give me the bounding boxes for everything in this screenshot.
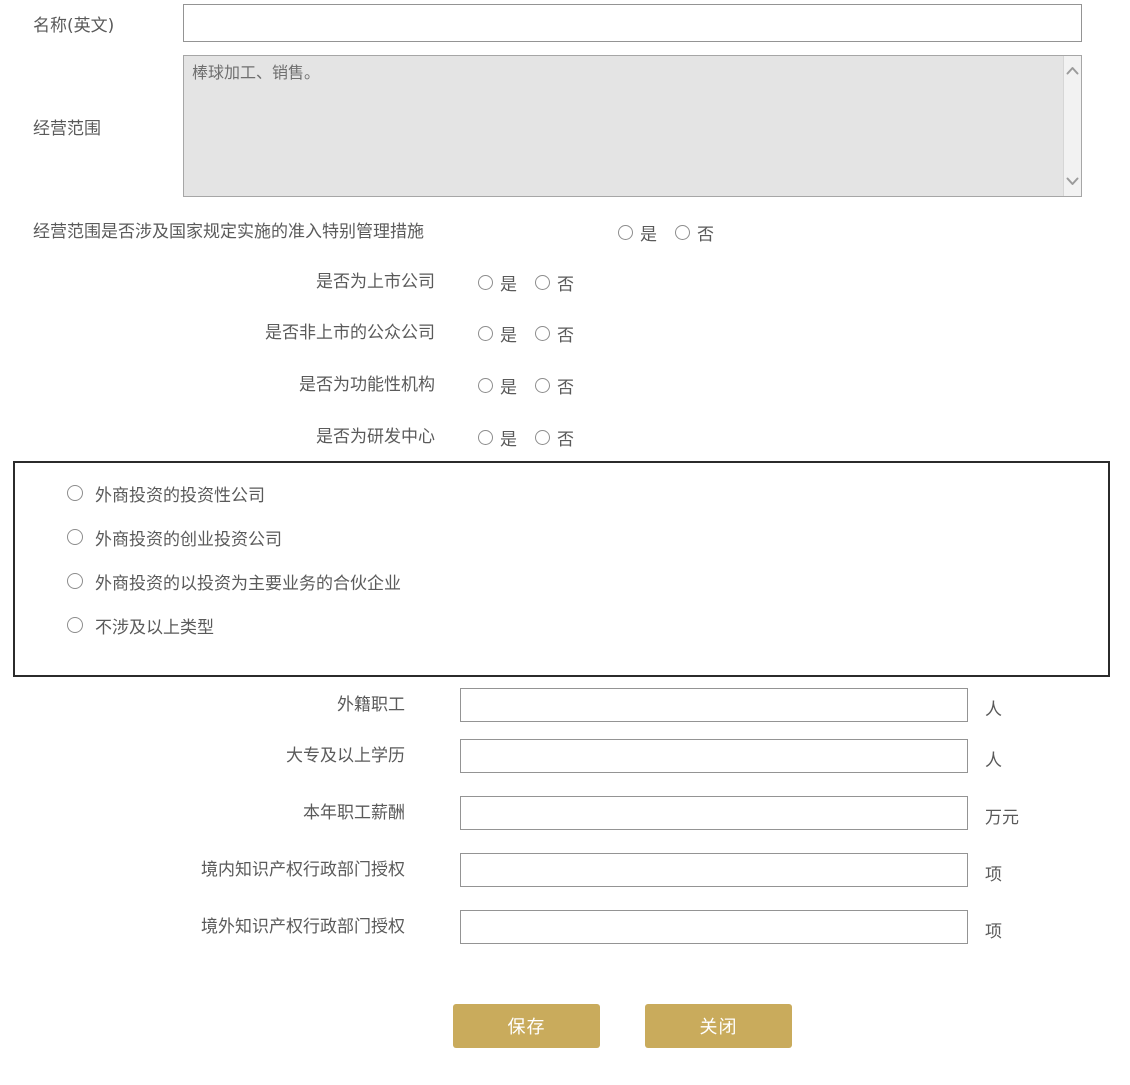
yes-no-radio-group-1[interactable]: 是 否 — [478, 321, 574, 346]
yes-no-radio-group-0[interactable]: 是 否 — [478, 270, 574, 295]
investment-type-label-1: 外商投资的创业投资公司 — [95, 529, 282, 550]
textarea-scrollbar[interactable] — [1063, 56, 1081, 196]
radio-label-yes: 是 — [500, 275, 517, 295]
numeric-unit-0: 人 — [985, 700, 1002, 720]
close-button[interactable]: 关闭 — [645, 1004, 792, 1048]
yes-no-row-label-0: 是否为上市公司 — [316, 272, 435, 292]
radio-label-yes: 是 — [500, 378, 517, 398]
yes-no-radio-group-3[interactable]: 是 否 — [478, 425, 574, 450]
numeric-unit-3: 项 — [985, 865, 1002, 885]
investment-type-option-2[interactable]: 外商投资的以投资为主要业务的合伙企业 — [15, 559, 1108, 603]
special-measures-radio-group[interactable]: 是 否 — [618, 220, 714, 245]
numeric-unit-2: 万元 — [985, 808, 1019, 828]
numeric-unit-4: 项 — [985, 922, 1002, 942]
radio-label-no: 否 — [697, 225, 714, 245]
radio-label-no: 否 — [557, 275, 574, 295]
yes-no-row-label-1: 是否非上市的公众公司 — [265, 323, 435, 343]
yes-no-radio-no-3[interactable]: 否 — [535, 425, 574, 450]
investment-type-label-3: 不涉及以上类型 — [95, 617, 214, 638]
yes-no-radio-yes-1[interactable]: 是 — [478, 321, 517, 346]
investment-type-box: 外商投资的投资性公司 外商投资的创业投资公司 外商投资的以投资为主要业务的合伙企… — [13, 461, 1110, 677]
radio-circle-icon — [478, 275, 493, 290]
numeric-row-label-4: 境外知识产权行政部门授权 — [201, 917, 405, 937]
radio-circle-icon — [535, 378, 550, 393]
yes-no-row-label-3: 是否为研发中心 — [316, 427, 435, 447]
radio-circle-icon — [535, 326, 550, 341]
radio-circle-icon — [67, 485, 83, 501]
radio-circle-icon — [478, 378, 493, 393]
radio-label-yes: 是 — [500, 430, 517, 450]
name-en-input[interactable] — [183, 4, 1082, 42]
numeric-row-label-3: 境内知识产权行政部门授权 — [201, 860, 405, 880]
numeric-input-3[interactable] — [460, 853, 968, 887]
business-scope-value: 棒球加工、销售。 — [192, 63, 321, 82]
investment-type-label-2: 外商投资的以投资为主要业务的合伙企业 — [95, 573, 401, 594]
numeric-row-label-1: 大专及以上学历 — [286, 746, 405, 766]
numeric-input-0[interactable] — [460, 688, 968, 722]
radio-circle-icon — [478, 430, 493, 445]
numeric-row-label-2: 本年职工薪酬 — [303, 803, 405, 823]
radio-label-no: 否 — [557, 326, 574, 346]
numeric-input-1[interactable] — [460, 739, 968, 773]
yes-no-radio-no-2[interactable]: 否 — [535, 373, 574, 398]
yes-no-radio-yes-2[interactable]: 是 — [478, 373, 517, 398]
chevron-up-icon[interactable] — [1064, 62, 1081, 79]
numeric-input-2[interactable] — [460, 796, 968, 830]
chevron-down-icon[interactable] — [1064, 173, 1081, 190]
investment-type-option-1[interactable]: 外商投资的创业投资公司 — [15, 515, 1108, 559]
investment-type-option-3[interactable]: 不涉及以上类型 — [15, 603, 1108, 647]
investment-type-label-0: 外商投资的投资性公司 — [95, 485, 265, 506]
radio-circle-icon — [618, 225, 633, 240]
radio-circle-icon — [535, 430, 550, 445]
radio-circle-icon — [67, 617, 83, 633]
yes-no-row-label-2: 是否为功能性机构 — [299, 375, 435, 395]
investment-type-option-0[interactable]: 外商投资的投资性公司 — [15, 471, 1108, 515]
radio-circle-icon — [675, 225, 690, 240]
yes-no-radio-no-0[interactable]: 否 — [535, 270, 574, 295]
radio-circle-icon — [67, 573, 83, 589]
name-en-label: 名称(英文) — [33, 16, 115, 36]
radio-label-yes: 是 — [640, 225, 657, 245]
numeric-row-label-0: 外籍职工 — [337, 695, 405, 715]
numeric-unit-1: 人 — [985, 751, 1002, 771]
radio-label-no: 否 — [557, 378, 574, 398]
radio-label-no: 否 — [557, 430, 574, 450]
business-scope-label: 经营范围 — [33, 119, 101, 139]
special-measures-radio-yes[interactable]: 是 — [618, 220, 657, 245]
yes-no-radio-group-2[interactable]: 是 否 — [478, 373, 574, 398]
yes-no-radio-yes-3[interactable]: 是 — [478, 425, 517, 450]
radio-circle-icon — [535, 275, 550, 290]
special-measures-radio-no[interactable]: 否 — [675, 220, 714, 245]
business-scope-textarea[interactable]: 棒球加工、销售。 — [183, 55, 1082, 197]
yes-no-radio-yes-0[interactable]: 是 — [478, 270, 517, 295]
numeric-input-4[interactable] — [460, 910, 968, 944]
radio-circle-icon — [67, 529, 83, 545]
yes-no-radio-no-1[interactable]: 否 — [535, 321, 574, 346]
radio-label-yes: 是 — [500, 326, 517, 346]
save-button[interactable]: 保存 — [453, 1004, 600, 1048]
special-measures-label: 经营范围是否涉及国家规定实施的准入特别管理措施 — [33, 222, 424, 242]
radio-circle-icon — [478, 326, 493, 341]
